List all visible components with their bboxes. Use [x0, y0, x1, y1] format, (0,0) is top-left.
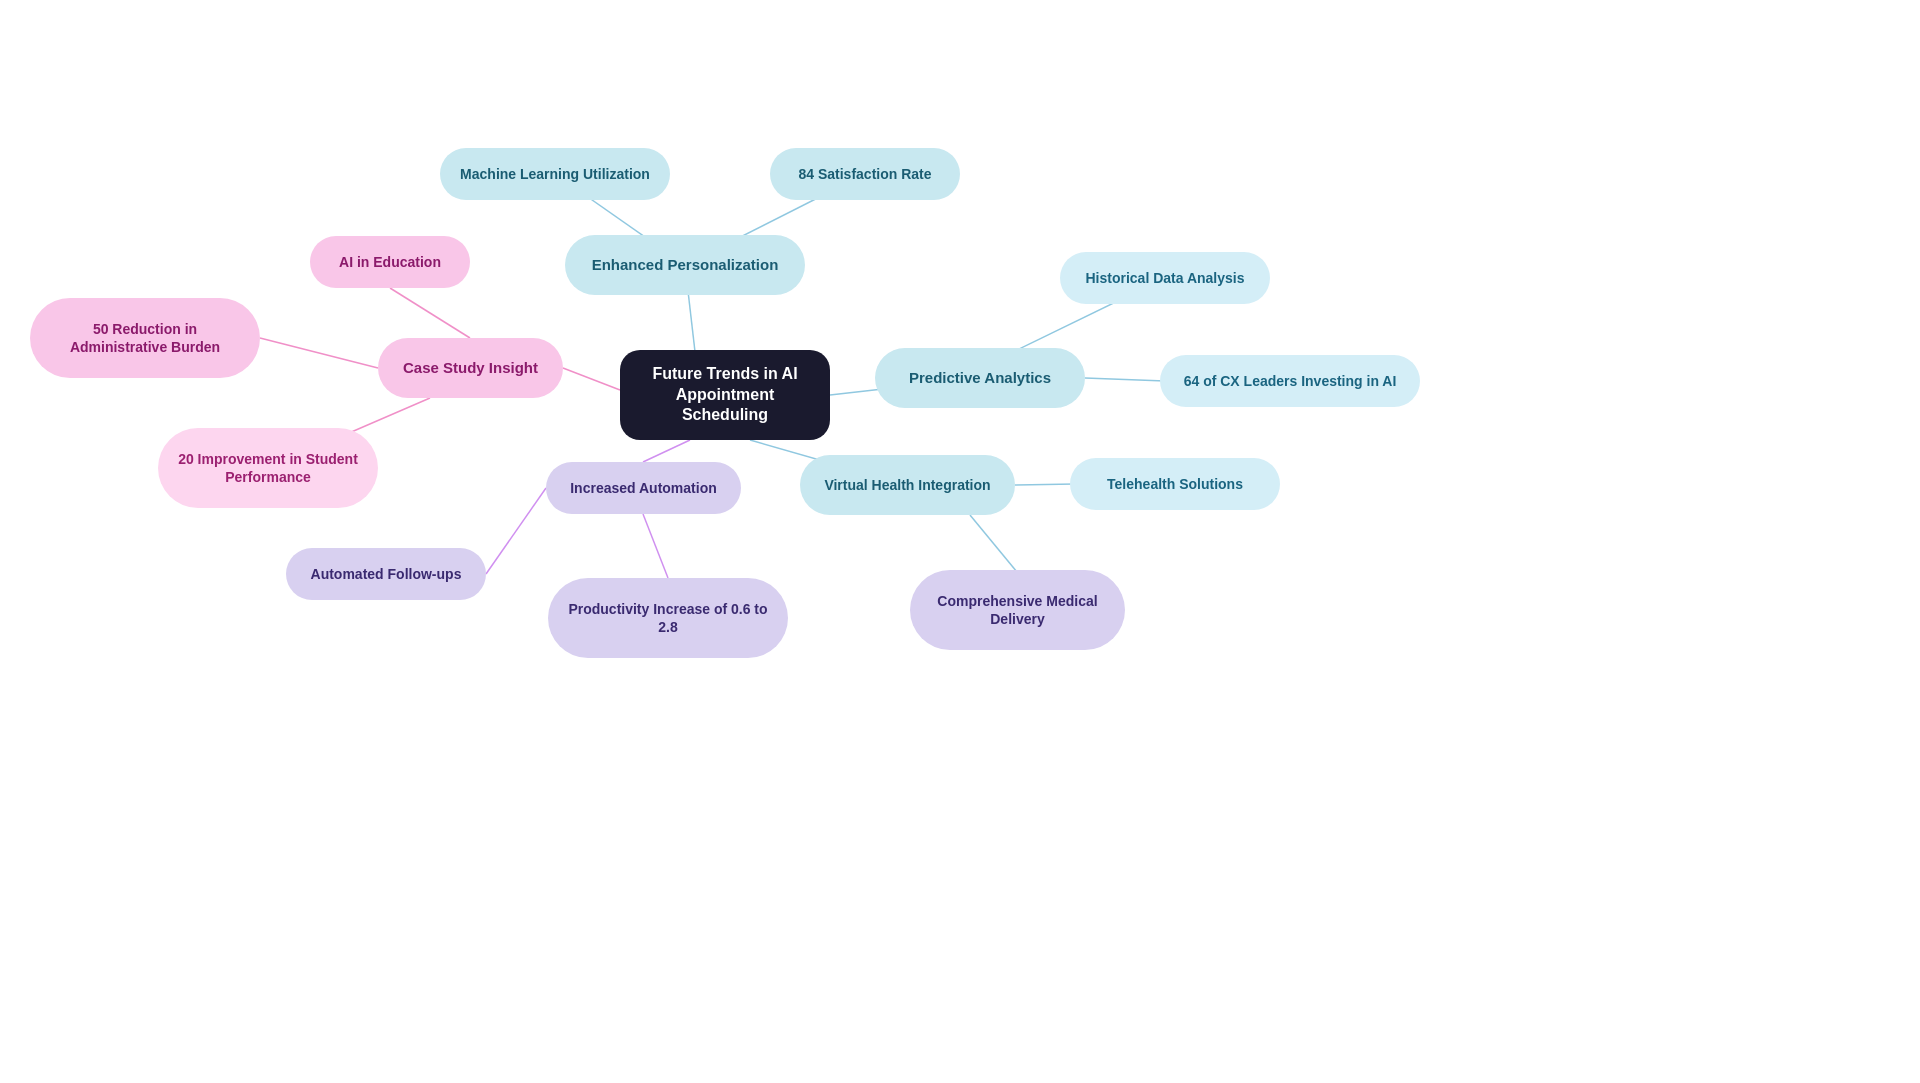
- node-ai-education: AI in Education: [310, 236, 470, 288]
- node-cx-leaders: 64 of CX Leaders Investing in AI: [1160, 355, 1420, 407]
- svg-line-5: [1085, 378, 1165, 381]
- node-enhanced-personalization: Enhanced Personalization: [565, 235, 805, 295]
- node-productivity: Productivity Increase of 0.6 to 2.8: [548, 578, 788, 658]
- node-virtual-health: Virtual Health Integration: [800, 455, 1015, 515]
- svg-line-12: [970, 515, 1017, 572]
- svg-line-8: [260, 338, 378, 368]
- node-telehealth: Telehealth Solutions: [1070, 458, 1280, 510]
- svg-line-6: [563, 368, 620, 390]
- node-comprehensive-medical: Comprehensive Medical Delivery: [910, 570, 1125, 650]
- svg-line-15: [643, 514, 668, 578]
- mindmap-container: Future Trends in AI Appointment Scheduli…: [0, 0, 1920, 1083]
- svg-line-7: [390, 288, 470, 338]
- svg-line-11: [1015, 484, 1075, 485]
- node-20-improvement: 20 Improvement in Student Performance: [158, 428, 378, 508]
- node-50-reduction: 50 Reduction in Administrative Burden: [30, 298, 260, 378]
- node-case-study: Case Study Insight: [378, 338, 563, 398]
- connections-svg: [0, 0, 1920, 1083]
- node-predictive-analytics: Predictive Analytics: [875, 348, 1085, 408]
- node-increased-automation: Increased Automation: [546, 462, 741, 514]
- node-automated-followups: Automated Follow-ups: [286, 548, 486, 600]
- center-label: Future Trends in AI Appointment Scheduli…: [640, 364, 810, 426]
- svg-line-13: [643, 440, 690, 462]
- node-historical-data: Historical Data Analysis: [1060, 252, 1270, 304]
- center-node: Future Trends in AI Appointment Scheduli…: [620, 350, 830, 440]
- node-satisfaction: 84 Satisfaction Rate: [770, 148, 960, 200]
- node-ml-utilization: Machine Learning Utilization: [440, 148, 670, 200]
- svg-line-14: [486, 488, 546, 574]
